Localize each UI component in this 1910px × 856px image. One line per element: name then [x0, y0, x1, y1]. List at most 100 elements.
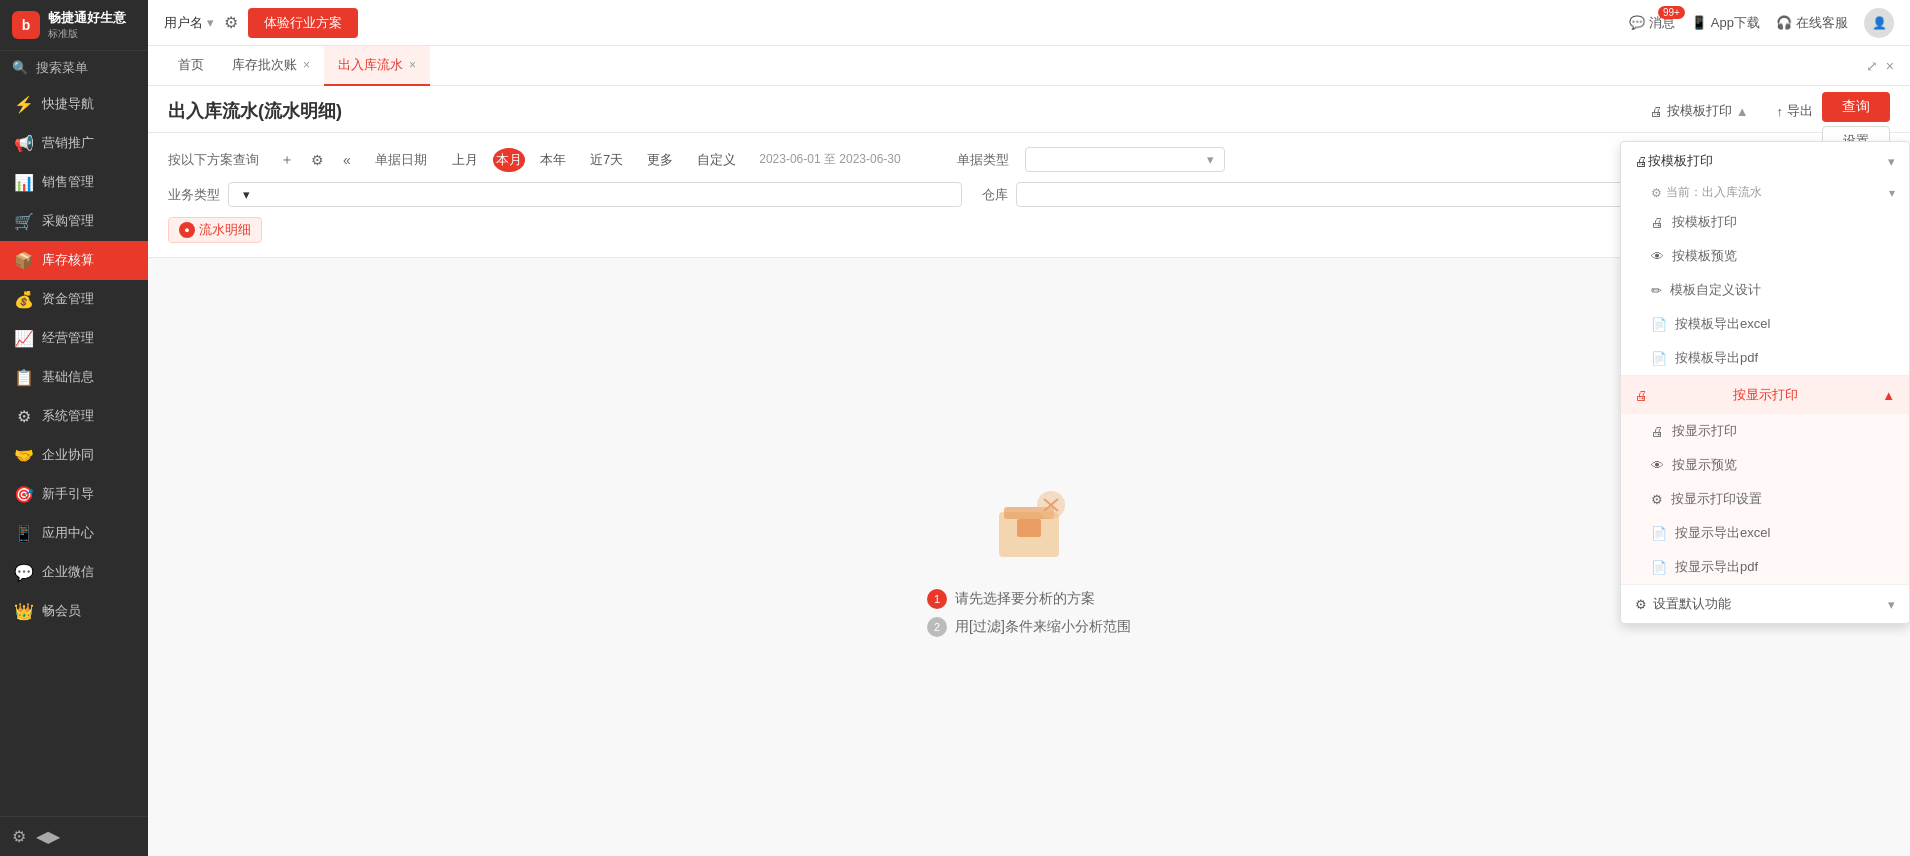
set-default-footer[interactable]: ⚙ 设置默认功能 ▾	[1621, 585, 1909, 623]
tab-batch-close[interactable]: ×	[303, 58, 310, 72]
display-preview-label: 按显示预览	[1672, 456, 1737, 474]
print-chevron-up-icon: ▲	[1736, 104, 1749, 119]
topbar-settings-btn[interactable]: ⚙	[224, 13, 238, 32]
topbar-right: 💬 消息 99+ 📱 App下载 🎧 在线客服 👤	[1629, 8, 1894, 38]
sidebar-item-marketing[interactable]: 📢 营销推广	[0, 124, 148, 163]
sidebar-item-quick-nav[interactable]: ⚡ 快捷导航	[0, 85, 148, 124]
empty-step-2: 2 用[过滤]条件来缩小分析范围	[927, 617, 1131, 637]
display-print-label: 按显示打印	[1672, 422, 1737, 440]
settings-icon[interactable]: ⚙	[12, 827, 26, 846]
display-pdf-item[interactable]: 📄 按显示导出pdf	[1621, 550, 1909, 584]
display-print-header[interactable]: 🖨 按显示打印 ▲	[1621, 376, 1909, 414]
template-pdf-item[interactable]: 📄 按模板导出pdf	[1621, 341, 1909, 375]
maximize-icon[interactable]: ⤢	[1866, 58, 1878, 74]
main-content: 用户名 ▾ ⚙ 体验行业方案 💬 消息 99+ 📱 App下载 🎧 在线客服	[148, 0, 1910, 856]
page-content: 出入库流水(流水明细) 🖨 按模板打印 ▲ ↑ 导出 ↻ 刷新	[148, 86, 1910, 856]
business-chevron-icon: ▾	[243, 187, 250, 202]
messages-badge: 99+	[1658, 6, 1685, 19]
messages-btn[interactable]: 💬 消息 99+	[1629, 14, 1675, 32]
sidebar-search[interactable]: 🔍 搜索菜单	[0, 51, 148, 85]
inventory-icon: 📦	[14, 251, 34, 270]
template-design-item[interactable]: ✏ 模板自定义设计	[1621, 273, 1909, 307]
online-service-btn[interactable]: 🎧 在线客服	[1776, 14, 1848, 32]
sidebar-item-inventory[interactable]: 📦 库存核算	[0, 241, 148, 280]
template-preview-item[interactable]: 👁 按模板预览	[1621, 239, 1909, 273]
sidebar-item-operations[interactable]: 📈 经营管理	[0, 319, 148, 358]
print-template-btn[interactable]: 🖨 按模板打印 ▲	[1642, 98, 1757, 124]
filter-settings-btn[interactable]: ⚙	[305, 148, 329, 172]
close-tab-icon[interactable]: ×	[1886, 58, 1894, 74]
design-sub-icon: ✏	[1651, 283, 1662, 298]
template-print-item[interactable]: 🖨 按模板打印	[1621, 205, 1909, 239]
sidebar-item-guide[interactable]: 🎯 新手引导	[0, 475, 148, 514]
template-excel-item[interactable]: 📄 按模板导出excel	[1621, 307, 1909, 341]
business-type-input[interactable]: ▾	[228, 182, 962, 207]
display-preview-item[interactable]: 👁 按显示预览	[1621, 448, 1909, 482]
sidebar-item-system[interactable]: ⚙ 系统管理	[0, 397, 148, 436]
sidebar-item-finance[interactable]: 💰 资金管理	[0, 280, 148, 319]
tab-batch[interactable]: 库存批次账 ×	[218, 46, 324, 86]
current-chevron: ▾	[1889, 186, 1895, 200]
date-prev-month[interactable]: 上月	[443, 148, 487, 172]
excel-sub-icon: 📄	[1651, 317, 1667, 332]
display-section-chevron[interactable]: ▲	[1882, 388, 1895, 403]
display-excel-item[interactable]: 📄 按显示导出excel	[1621, 516, 1909, 550]
topbar-left: 用户名 ▾ ⚙ 体验行业方案	[164, 8, 1617, 38]
filter-collapse-btn[interactable]: «	[335, 148, 359, 172]
empty-steps: 1 请先选择要分析的方案 2 用[过滤]条件来缩小分析范围	[927, 589, 1131, 637]
sidebar-item-sales[interactable]: 📊 销售管理	[0, 163, 148, 202]
headset-icon: 🎧	[1776, 15, 1792, 30]
date-custom[interactable]: 自定义	[688, 148, 745, 172]
topbar-user-area: 用户名 ▾	[164, 14, 214, 32]
sidebar-item-collab[interactable]: 🤝 企业协同	[0, 436, 148, 475]
tab-flow-close[interactable]: ×	[409, 58, 416, 72]
quick-nav-icon: ⚡	[14, 95, 34, 114]
sidebar-item-member[interactable]: 👑 畅会员	[0, 592, 148, 631]
display-print-item[interactable]: 🖨 按显示打印	[1621, 414, 1909, 448]
template-preview-label: 按模板预览	[1672, 247, 1737, 265]
sidebar-item-wechat[interactable]: 💬 企业微信	[0, 553, 148, 592]
current-icon: ⚙	[1651, 186, 1662, 200]
guide-icon: 🎯	[14, 485, 34, 504]
date-current-month[interactable]: 本月	[493, 148, 525, 172]
doc-type-select[interactable]: ▾	[1025, 147, 1225, 172]
trial-button[interactable]: 体验行业方案	[248, 8, 358, 38]
business-type-group: 业务类型 ▾	[168, 182, 962, 207]
avatar-text: 👤	[1872, 16, 1887, 30]
logo-area: b 畅捷通好生意 标准版	[0, 0, 148, 51]
sidebar-item-purchase[interactable]: 🛒 采购管理	[0, 202, 148, 241]
page-title: 出入库流水(流水明细)	[168, 99, 342, 123]
svg-rect-2	[1017, 519, 1041, 537]
display-settings-item[interactable]: ⚙ 按显示打印设置	[1621, 482, 1909, 516]
query-button[interactable]: 查询	[1822, 92, 1890, 122]
step-1-num: 1	[927, 589, 947, 609]
sidebar-item-app-center[interactable]: 📱 应用中心	[0, 514, 148, 553]
add-filter-btn[interactable]: ＋	[275, 148, 299, 172]
tab-home-label: 首页	[178, 56, 204, 74]
active-filter-tag: ● 流水明细	[168, 217, 262, 243]
sidebar-item-basics[interactable]: 📋 基础信息	[0, 358, 148, 397]
purchase-icon: 🛒	[14, 212, 34, 231]
user-dropdown[interactable]: 用户名 ▾	[164, 14, 214, 32]
app-download-btn[interactable]: 📱 App下载	[1691, 14, 1760, 32]
doc-type-chevron-icon: ▾	[1207, 152, 1214, 167]
member-icon: 👑	[14, 602, 34, 621]
date-more[interactable]: 更多	[638, 148, 682, 172]
date-7days[interactable]: 近7天	[581, 148, 632, 172]
printer-icon: 🖨	[1650, 104, 1663, 119]
template-print-header[interactable]: 🖨 按模板打印 ▾	[1621, 142, 1909, 180]
sidebar-item-label: 快捷导航	[42, 95, 94, 113]
sidebar-item-label: 应用中心	[42, 524, 94, 542]
user-avatar[interactable]: 👤	[1864, 8, 1894, 38]
empty-step-1: 1 请先选择要分析的方案	[927, 589, 1131, 609]
pdf-sub-icon: 📄	[1651, 351, 1667, 366]
collapse-icon[interactable]: ◀▶	[36, 827, 60, 846]
export-btn[interactable]: ↑ 导出	[1769, 98, 1822, 124]
user-name: 用户名	[164, 14, 203, 32]
set-default-label: 设置默认功能	[1653, 595, 1731, 613]
tab-home[interactable]: 首页	[164, 46, 218, 86]
date-current-year[interactable]: 本年	[531, 148, 575, 172]
dropdown-chevron-icon: ▾	[207, 15, 214, 30]
template-section-chevron[interactable]: ▾	[1888, 154, 1895, 169]
tab-flow[interactable]: 出入库流水 ×	[324, 46, 430, 86]
